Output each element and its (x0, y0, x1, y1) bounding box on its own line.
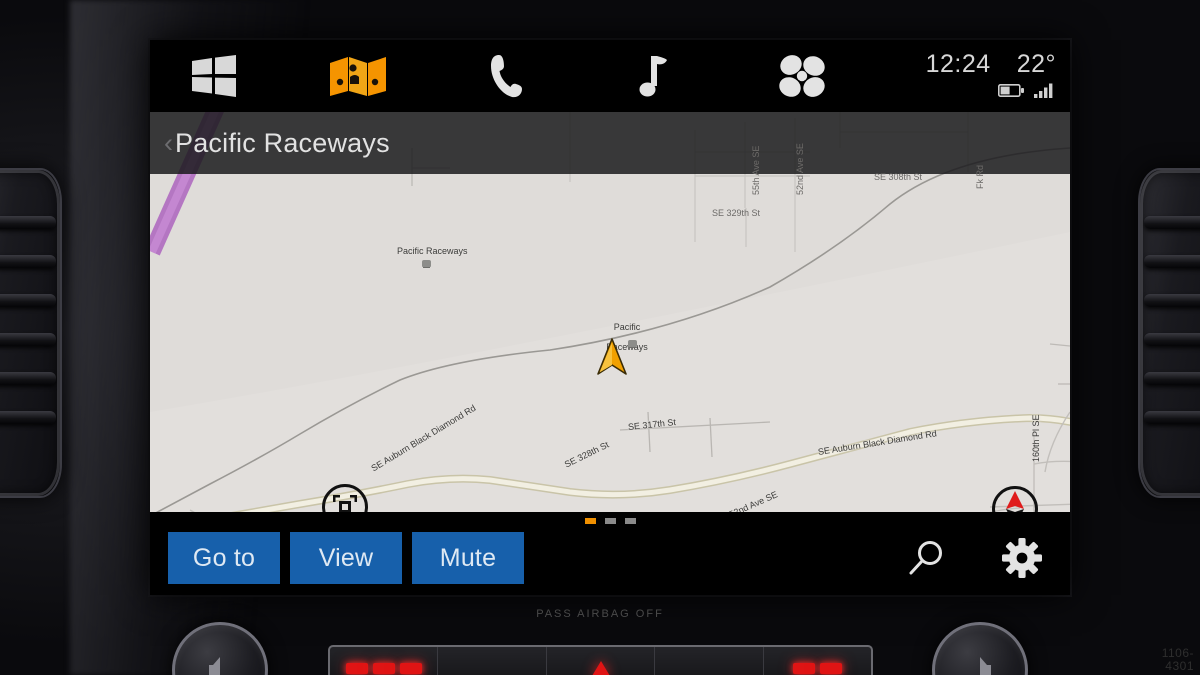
led-indicator (399, 662, 422, 674)
status-cluster: 12:24 22° (926, 40, 1056, 112)
vehicle-position-marker (597, 338, 627, 381)
start-icon[interactable] (166, 40, 262, 112)
map-street-label: 160th Pl SE (1031, 414, 1041, 462)
battery-icon (998, 83, 1024, 102)
defrost-front-button[interactable] (764, 647, 871, 675)
climate-button-4[interactable] (655, 647, 764, 675)
back-icon[interactable]: ‹ (164, 129, 173, 157)
phone-icon[interactable] (458, 40, 554, 112)
settings-icon[interactable] (996, 532, 1048, 584)
map-street-label: 52nd Ave SE (795, 143, 805, 195)
led-indicator (345, 662, 368, 674)
air-vent-left (0, 168, 62, 498)
airbag-indicator: PASS AIRBAG OFF (536, 608, 664, 620)
maps-icon[interactable] (310, 40, 406, 112)
tool-button-row (900, 532, 1048, 584)
top-navigation-bar: 12:24 22° (150, 40, 1070, 112)
infotainment-screen: 12:24 22° Pacific Raceways Pacific Racew… (150, 40, 1070, 595)
page-title: Pacific Raceways (175, 127, 390, 158)
map-poi-label-line1: Pacific (613, 322, 641, 332)
page-indicator (150, 518, 1070, 524)
map-viewport[interactable]: Pacific Raceways Pacific Raceways Lakevi… (150, 112, 1070, 544)
media-icon[interactable] (606, 40, 702, 112)
mute-button[interactable]: Mute (412, 532, 524, 584)
climate-control-panel[interactable] (328, 645, 873, 675)
hazard-triangle-icon (591, 660, 610, 675)
map-street-label: Fk Rd (975, 164, 985, 189)
go-to-button[interactable]: Go to (168, 532, 280, 584)
map-poi-marker-top (422, 260, 431, 267)
led-indicator (792, 662, 815, 674)
climate-icon[interactable] (754, 40, 850, 112)
page-dot-3[interactable] (624, 518, 636, 524)
air-vent-right (1138, 168, 1200, 498)
command-button-row: Go to View Mute (168, 532, 524, 584)
map-street-label: 55th Ave SE (751, 145, 761, 195)
map-street-label: SE 329th St (712, 208, 761, 218)
hazard-button[interactable] (547, 647, 656, 675)
led-indicator (372, 662, 395, 674)
search-icon[interactable] (900, 532, 952, 584)
signal-icon (1034, 83, 1056, 103)
led-indicator (819, 662, 842, 674)
map-poi-marker (628, 340, 637, 347)
destination-title-bar: ‹ Pacific Raceways (150, 112, 1070, 174)
map-poi-label-top: Pacific Raceways (397, 246, 468, 256)
temperature-readout: 22° (1016, 49, 1056, 78)
clock: 12:24 (925, 49, 991, 78)
page-dot-1[interactable] (584, 518, 596, 524)
page-dot-2[interactable] (604, 518, 616, 524)
corner-code: 1106- 4301 (1161, 646, 1194, 673)
climate-button-2[interactable] (438, 647, 547, 675)
command-bar: Go to View Mute (150, 512, 1070, 595)
tuning-knob[interactable] (932, 622, 1028, 675)
view-button[interactable]: View (290, 532, 402, 584)
map-street-label: SE 308th St (874, 172, 923, 182)
vehicle-dashboard: 12:24 22° Pacific Raceways Pacific Racew… (0, 0, 1200, 675)
defrost-rear-button[interactable] (330, 647, 439, 675)
